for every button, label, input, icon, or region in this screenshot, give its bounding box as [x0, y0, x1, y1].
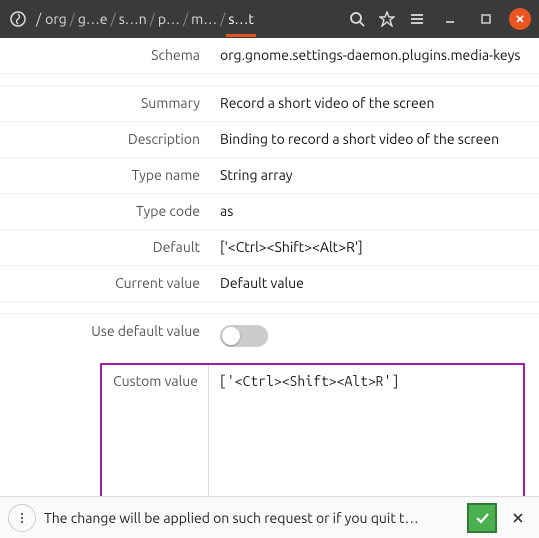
- crumb-sep: /: [149, 11, 156, 27]
- statusbar: The change will be applied on such reque…: [0, 496, 539, 538]
- maximize-button[interactable]: [473, 6, 499, 32]
- current-label: Current value: [0, 266, 210, 301]
- search-button[interactable]: [343, 5, 371, 33]
- summary-value: Record a short video of the screen: [210, 86, 539, 121]
- bookmark-button[interactable]: [373, 5, 401, 33]
- custom-value-box: Custom value ['<Ctrl><Shift><Alt>R']: [100, 363, 525, 496]
- crumb-sep: /: [219, 11, 226, 27]
- summary-label: Summary: [0, 86, 210, 121]
- default-label: Default: [0, 230, 210, 265]
- crumb-org[interactable]: org: [43, 11, 69, 27]
- custom-value-input[interactable]: ['<Ctrl><Shift><Alt>R']: [208, 365, 523, 496]
- crumb-root[interactable]: /: [34, 11, 43, 27]
- typecode-value: as: [210, 194, 539, 229]
- crumb-current[interactable]: s…t: [226, 1, 256, 37]
- crumb-media[interactable]: m…: [189, 11, 219, 27]
- schema-value: org.gnome.settings-daemon.plugins.media-…: [210, 38, 539, 73]
- current-value: Default value: [210, 266, 539, 301]
- description-label: Description: [0, 122, 210, 157]
- crumb-sep: /: [69, 11, 76, 27]
- schema-label: Schema: [0, 38, 210, 73]
- info-icon[interactable]: [8, 504, 36, 532]
- minimize-button[interactable]: [437, 6, 463, 32]
- crumb-sep: /: [110, 11, 117, 27]
- typename-value: String array: [210, 158, 539, 193]
- app-icon[interactable]: [4, 5, 32, 33]
- crumb-sep: /: [182, 11, 189, 27]
- content-area: Schema org.gnome.settings-daemon.plugins…: [0, 38, 539, 496]
- typename-label: Type name: [0, 158, 210, 193]
- titlebar: / org / g…e / s…n / p… / m… / s…t: [0, 0, 539, 38]
- crumb-gnome[interactable]: g…e: [76, 11, 110, 27]
- dismiss-button[interactable]: [505, 505, 531, 531]
- usedefault-toggle[interactable]: [220, 325, 268, 347]
- menu-button[interactable]: [403, 5, 431, 33]
- custom-label: Custom value: [102, 365, 208, 496]
- crumb-settings[interactable]: s…n: [117, 11, 149, 27]
- close-button[interactable]: [509, 8, 531, 30]
- breadcrumb: / org / g…e / s…n / p… / m… / s…t: [34, 1, 341, 37]
- description-value: Binding to record a short video of the s…: [210, 122, 539, 157]
- status-message: The change will be applied on such reque…: [44, 510, 459, 526]
- default-value: ['<Ctrl><Shift><Alt>R']: [210, 230, 539, 265]
- apply-button[interactable]: [467, 503, 497, 533]
- usedefault-label: Use default value: [0, 314, 210, 359]
- crumb-plugins[interactable]: p…: [156, 11, 182, 27]
- typecode-label: Type code: [0, 194, 210, 229]
